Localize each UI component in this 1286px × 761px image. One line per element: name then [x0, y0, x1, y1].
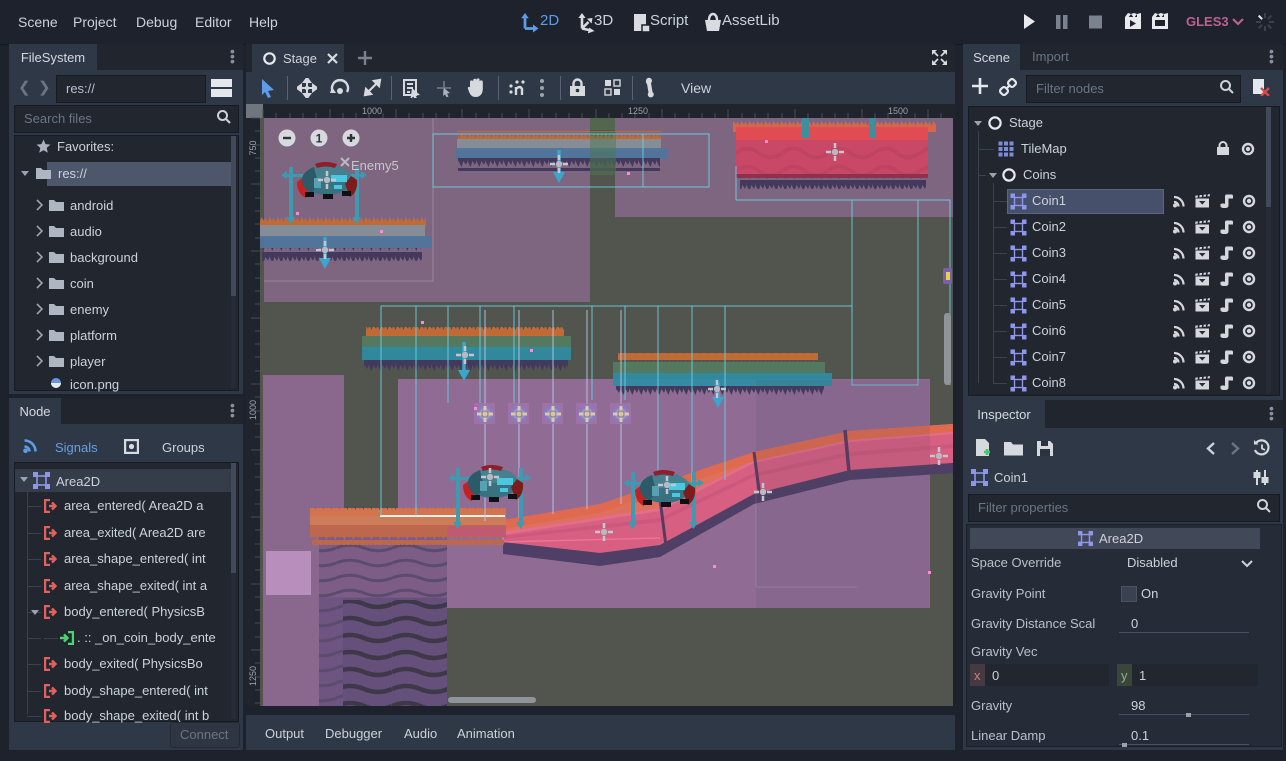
svg-text:1500: 1500 — [888, 106, 908, 116]
svg-text:1000: 1000 — [362, 106, 382, 116]
svg-text:1000: 1000 — [248, 400, 258, 420]
svg-text:1250: 1250 — [628, 106, 648, 116]
svg-text:750: 750 — [248, 140, 258, 155]
svg-text:1250: 1250 — [248, 666, 258, 686]
svg-text:Enemy5: Enemy5 — [351, 158, 399, 173]
svg-text:1: 1 — [316, 132, 323, 146]
